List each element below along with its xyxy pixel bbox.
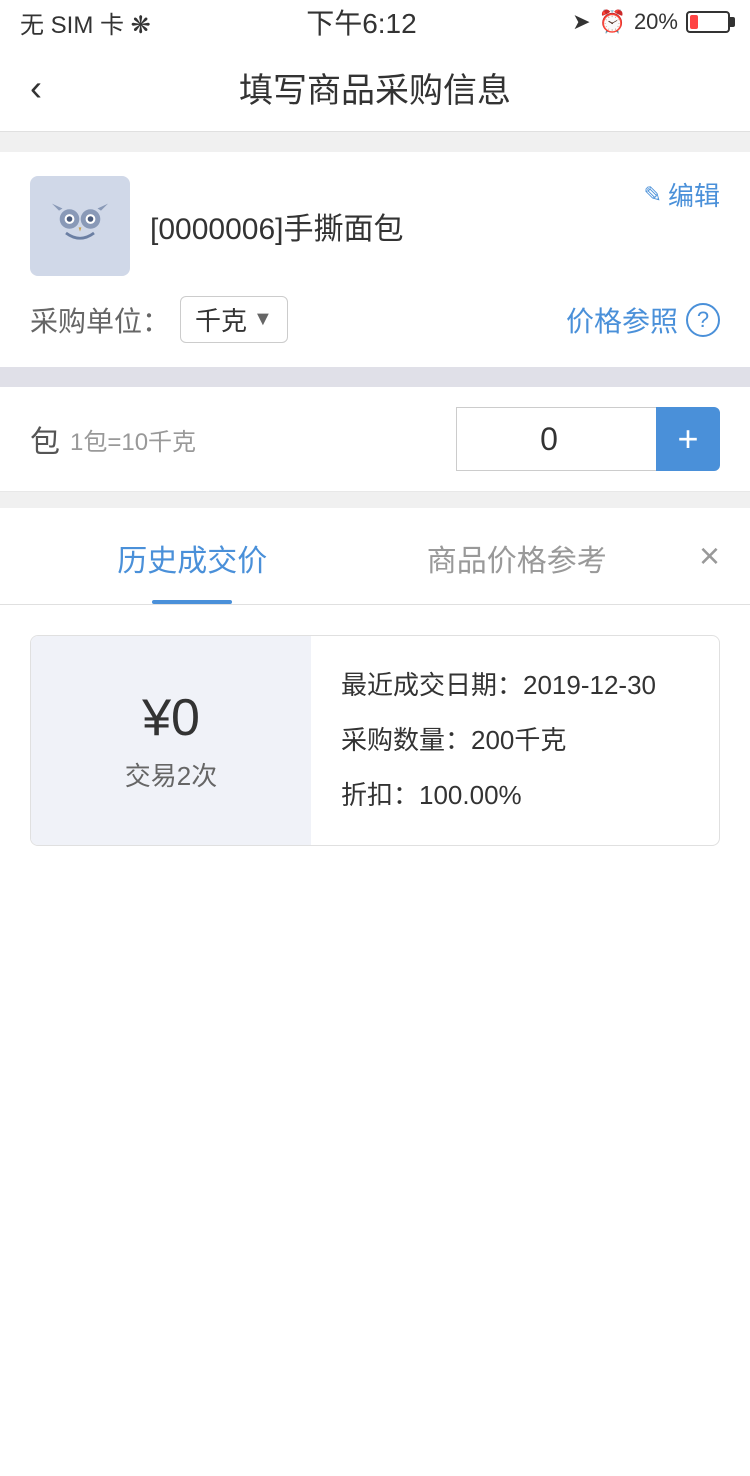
discount-row: 折扣：100.00% xyxy=(341,776,689,815)
product-thumbnail xyxy=(30,176,130,276)
purchase-quantity-row: 采购数量：200千克 xyxy=(341,721,689,760)
history-left-panel: ¥0 交易2次 xyxy=(31,636,311,845)
unit-row: 采购单位： 千克 ▼ xyxy=(30,296,288,343)
alarm-icon: ⏰ xyxy=(599,9,626,35)
tab-product-price-reference[interactable]: 商品价格参考 xyxy=(354,508,678,604)
chevron-down-icon: ▼ xyxy=(253,308,273,331)
battery-icon xyxy=(686,11,730,33)
page-title: 填写商品采购信息 xyxy=(239,63,511,112)
price-history-content: ¥0 交易2次 最近成交日期：2019-12-30 采购数量：200千克 折扣：… xyxy=(0,605,750,876)
nav-bar: ‹ 填写商品采购信息 xyxy=(0,44,750,132)
edit-icon: ✎ xyxy=(644,182,662,208)
spacer-bar xyxy=(0,367,750,387)
product-logo-icon xyxy=(45,191,115,261)
discount-value: 100.00% xyxy=(419,780,522,810)
unit-label: 采购单位： xyxy=(30,300,170,340)
status-time: 下午6:12 xyxy=(306,2,417,42)
price-reference-button[interactable]: 价格参照 ? xyxy=(566,300,720,340)
status-bar: 无 SIM 卡 ❋ 下午6:12 ➤ ⏰ 20% xyxy=(0,0,750,44)
back-button[interactable]: ‹ xyxy=(30,67,42,109)
conversion-text: 1包=10千克 xyxy=(70,422,196,457)
tabs-header: 历史成交价 商品价格参考 × xyxy=(0,508,750,605)
quantity-plus-button[interactable]: + xyxy=(656,407,720,471)
discount-label: 折扣： xyxy=(341,780,419,810)
product-left: [0000006]手撕面包 xyxy=(30,176,403,276)
location-icon: ➤ xyxy=(572,9,590,35)
unit-value: 千克 xyxy=(195,301,247,338)
date-label: 最近成交日期： xyxy=(341,670,523,700)
bottom-area xyxy=(0,876,750,1476)
product-card: [0000006]手撕面包 ✎ 编辑 采购单位： 千克 ▼ 价格参照 ? xyxy=(0,152,750,367)
price-ref-label: 价格参照 xyxy=(566,300,678,340)
unit-dropdown[interactable]: 千克 ▼ xyxy=(180,296,288,343)
close-button[interactable]: × xyxy=(679,515,720,597)
currency-symbol: ¥ xyxy=(142,689,171,747)
quantity-label-text: 采购数量： xyxy=(341,725,471,755)
quantity-input[interactable] xyxy=(456,407,656,471)
history-price: ¥0 xyxy=(142,688,200,748)
edit-button[interactable]: ✎ 编辑 xyxy=(644,176,720,213)
product-name: [0000006]手撕面包 xyxy=(150,204,403,248)
edit-label: 编辑 xyxy=(668,176,720,213)
history-right-panel: 最近成交日期：2019-12-30 采购数量：200千克 折扣：100.00% xyxy=(311,636,719,845)
trade-count: 交易2次 xyxy=(125,756,217,793)
product-header: [0000006]手撕面包 ✎ 编辑 xyxy=(30,176,720,276)
bag-icon: 包 xyxy=(30,417,60,461)
signal-text: 无 SIM 卡 ❋ xyxy=(20,5,151,40)
help-icon: ? xyxy=(686,303,720,337)
recent-date-row: 最近成交日期：2019-12-30 xyxy=(341,666,689,705)
quantity-control: + xyxy=(456,407,720,471)
battery-percent: 20% xyxy=(634,9,678,35)
history-card: ¥0 交易2次 最近成交日期：2019-12-30 采购数量：200千克 折扣：… xyxy=(30,635,720,846)
status-right: ➤ ⏰ 20% xyxy=(572,9,730,35)
date-value: 2019-12-30 xyxy=(523,670,656,700)
quantity-value: 200千克 xyxy=(471,725,566,755)
quantity-label: 包 1包=10千克 xyxy=(30,417,196,461)
product-footer: 采购单位： 千克 ▼ 价格参照 ? xyxy=(30,296,720,343)
status-left: 无 SIM 卡 ❋ xyxy=(20,5,151,40)
quantity-row: 包 1包=10千克 + xyxy=(0,387,750,492)
tab-history-price[interactable]: 历史成交价 xyxy=(30,508,354,604)
price-value: 0 xyxy=(171,689,200,747)
tabs-container: 历史成交价 商品价格参考 × ¥0 交易2次 最近成交日期：2019-12-30… xyxy=(0,508,750,876)
